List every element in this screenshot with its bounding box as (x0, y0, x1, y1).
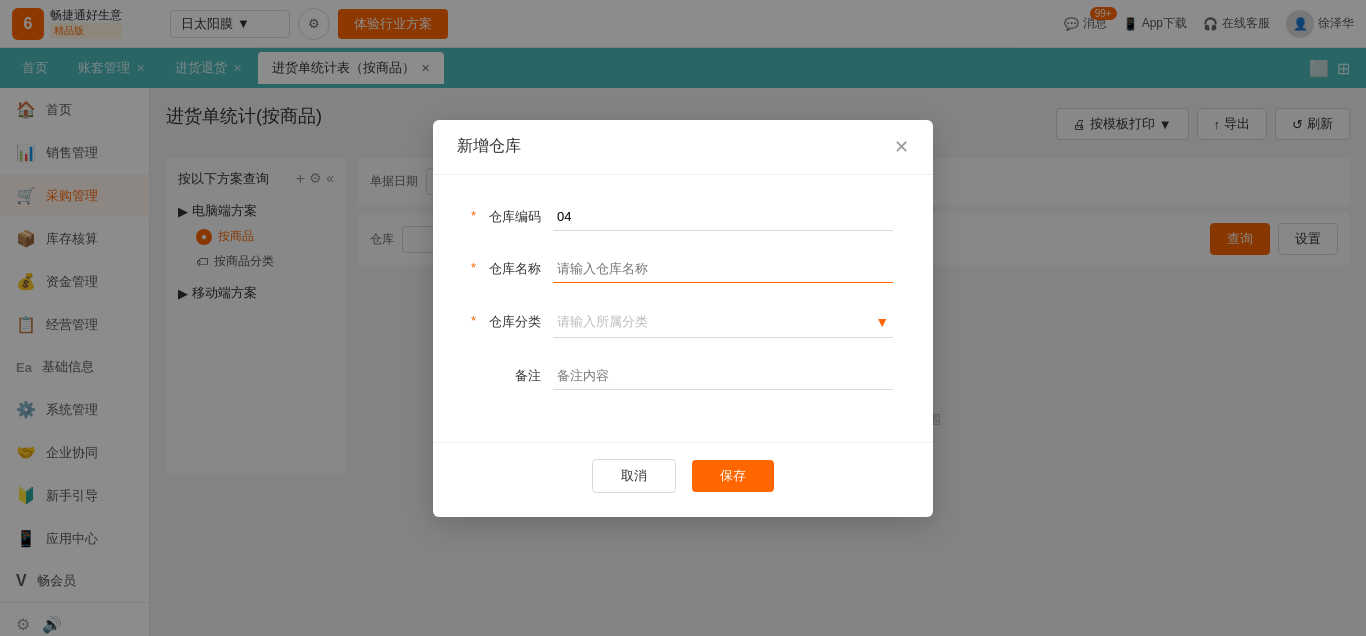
category-placeholder: 请输入所属分类 (557, 313, 875, 331)
form-row-code: 仓库编码 (473, 203, 893, 231)
cancel-button[interactable]: 取消 (592, 459, 676, 493)
form-row-category: 仓库分类 请输入所属分类 ▼ (473, 307, 893, 338)
warehouse-code-input[interactable] (553, 203, 893, 231)
warehouse-category-select[interactable]: 请输入所属分类 ▼ (553, 307, 893, 338)
form-row-name: 仓库名称 (473, 255, 893, 283)
modal-body: 仓库编码 仓库名称 仓库分类 请输入所属分类 ▼ 备注 (433, 175, 933, 442)
warehouse-note-input[interactable] (553, 362, 893, 390)
name-label: 仓库名称 (473, 260, 553, 278)
modal-header: 新增仓库 ✕ (433, 120, 933, 175)
code-label: 仓库编码 (473, 208, 553, 226)
modal-overlay[interactable]: 新增仓库 ✕ 仓库编码 仓库名称 仓库分类 请输入所属分类 ▼ (0, 0, 1366, 636)
save-button[interactable]: 保存 (692, 460, 774, 492)
category-label: 仓库分类 (473, 313, 553, 331)
modal-title: 新增仓库 (457, 136, 521, 157)
category-dropdown-icon: ▼ (875, 314, 889, 330)
modal-footer: 取消 保存 (433, 442, 933, 517)
modal-close-btn[interactable]: ✕ (894, 136, 909, 158)
warehouse-name-input[interactable] (553, 255, 893, 283)
note-label: 备注 (473, 367, 553, 385)
new-warehouse-modal: 新增仓库 ✕ 仓库编码 仓库名称 仓库分类 请输入所属分类 ▼ (433, 120, 933, 517)
form-row-note: 备注 (473, 362, 893, 390)
